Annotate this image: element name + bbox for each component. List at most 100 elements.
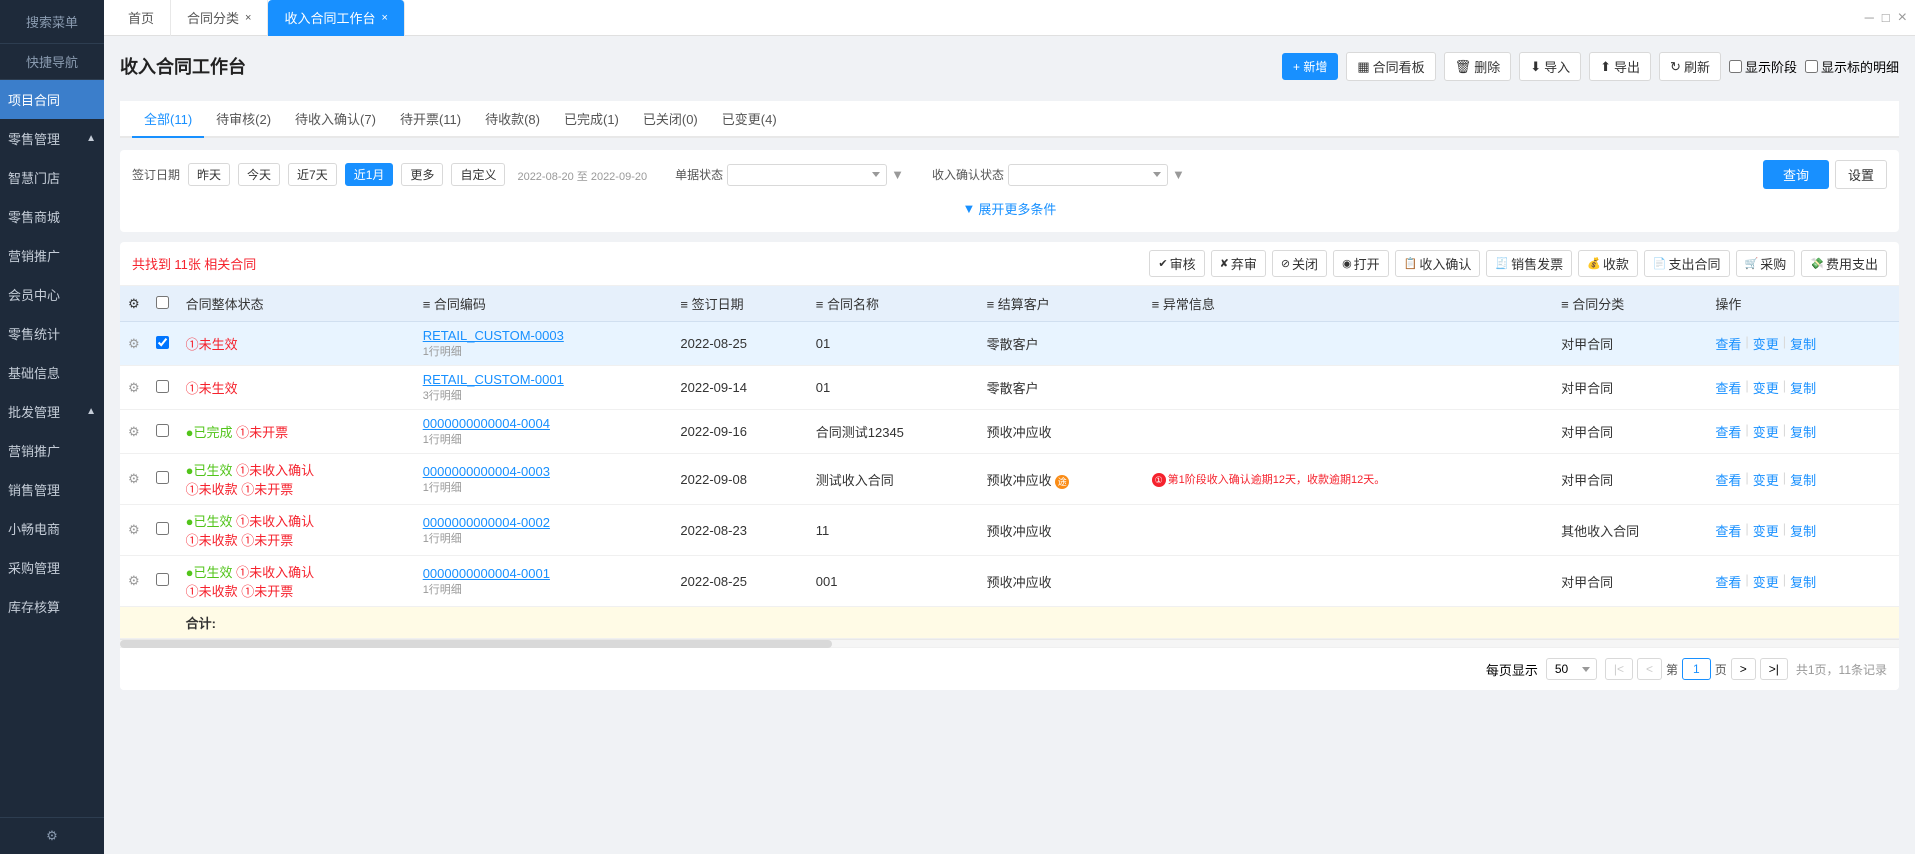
setting-button[interactable]: 设置 xyxy=(1835,160,1887,189)
op-变更-btn[interactable]: 变更 xyxy=(1753,470,1779,489)
select-all-checkbox[interactable] xyxy=(156,296,169,309)
sidebar-item-零售管理[interactable]: 零售管理▲ xyxy=(0,119,104,158)
filter-yesterday[interactable]: 昨天 xyxy=(188,163,230,186)
sidebar-item-智慧门店[interactable]: 智慧门店 xyxy=(0,158,104,197)
filter-more[interactable]: 更多 xyxy=(401,163,443,186)
tab-合同分类[interactable]: 合同分类× xyxy=(171,0,268,36)
expand-filter-btn[interactable]: ▼ 展开更多条件 xyxy=(963,199,1057,218)
action-费用支出[interactable]: 💸费用支出 xyxy=(1801,250,1887,277)
op-复制-btn[interactable]: 复制 xyxy=(1790,521,1816,540)
delete-button[interactable]: 🗑 删除 xyxy=(1444,52,1512,81)
op-变更-btn[interactable]: 变更 xyxy=(1753,334,1779,353)
sidebar-item-营销推广[interactable]: 营销推广 xyxy=(0,431,104,470)
next-page-btn[interactable]: > xyxy=(1731,658,1756,680)
tab-首页[interactable]: 首页 xyxy=(112,0,171,36)
sub-tab-待审核(2)[interactable]: 待审核(2) xyxy=(204,101,283,138)
sidebar-item-基础信息[interactable]: 基础信息 xyxy=(0,353,104,392)
sub-tab-待收款(8)[interactable]: 待收款(8) xyxy=(473,101,552,138)
contract-code-link[interactable]: RETAIL_CUSTOM-0001 xyxy=(423,372,564,387)
horizontal-scrollbar[interactable] xyxy=(120,639,1899,647)
doc-status-select[interactable] xyxy=(727,164,887,186)
contract-code-link[interactable]: 0000000000004-0002 xyxy=(423,515,550,530)
show-detail-checkbox[interactable]: 显示标的明细 xyxy=(1805,57,1899,76)
op-复制-btn[interactable]: 复制 xyxy=(1790,572,1816,591)
sidebar-item-销售管理[interactable]: 销售管理 xyxy=(0,470,104,509)
op-复制-btn[interactable]: 复制 xyxy=(1790,334,1816,353)
action-支出合同[interactable]: 📄支出合同 xyxy=(1644,250,1730,277)
op-复制-btn[interactable]: 复制 xyxy=(1790,470,1816,489)
row-checkbox[interactable] xyxy=(156,336,169,349)
filter-custom[interactable]: 自定义 xyxy=(451,163,505,186)
gear-icon[interactable]: ⚙ xyxy=(128,296,140,311)
op-复制-btn[interactable]: 复制 xyxy=(1790,378,1816,397)
op-变更-btn[interactable]: 变更 xyxy=(1753,572,1779,591)
op-查看-btn[interactable]: 查看 xyxy=(1715,572,1741,591)
sidebar-settings[interactable]: ⚙ xyxy=(0,817,104,854)
sub-tab-待开票(11)[interactable]: 待开票(11) xyxy=(388,101,473,138)
kanban-button[interactable]: ▦ 合同看板 xyxy=(1346,52,1435,81)
row-checkbox[interactable] xyxy=(156,380,169,393)
sidebar-item-库存核算[interactable]: 库存核算 xyxy=(0,587,104,626)
sidebar-item-零售商城[interactable]: 零售商城 xyxy=(0,197,104,236)
op-查看-btn[interactable]: 查看 xyxy=(1715,422,1741,441)
action-打开[interactable]: ◉打开 xyxy=(1333,250,1389,277)
action-销售发票[interactable]: 🧾销售发票 xyxy=(1486,250,1572,277)
row-gear[interactable]: ⚙ xyxy=(120,505,148,556)
action-收款[interactable]: 💰收款 xyxy=(1578,250,1638,277)
scroll-thumb[interactable] xyxy=(120,640,832,648)
sidebar-search[interactable]: 搜索菜单 xyxy=(0,0,104,44)
row-gear[interactable]: ⚙ xyxy=(120,322,148,366)
show-stage-checkbox[interactable]: 显示阶段 xyxy=(1729,57,1797,76)
query-button[interactable]: 查询 xyxy=(1763,160,1829,189)
income-confirm-select[interactable] xyxy=(1008,164,1168,186)
filter-today[interactable]: 今天 xyxy=(238,163,280,186)
action-弃审[interactable]: ✘弃审 xyxy=(1211,250,1266,277)
action-采购[interactable]: 🛒采购 xyxy=(1736,250,1796,277)
sidebar-item-零售统计[interactable]: 零售统计 xyxy=(0,314,104,353)
contract-code-link[interactable]: 0000000000004-0004 xyxy=(423,416,550,431)
sub-tab-全部(11)[interactable]: 全部(11) xyxy=(132,101,204,138)
export-button[interactable]: ⬆ 导出 xyxy=(1589,52,1651,81)
op-查看-btn[interactable]: 查看 xyxy=(1715,521,1741,540)
contract-code-link[interactable]: 0000000000004-0001 xyxy=(423,566,550,581)
sidebar-item-营销推广[interactable]: 营销推广 xyxy=(0,236,104,275)
op-变更-btn[interactable]: 变更 xyxy=(1753,378,1779,397)
row-checkbox[interactable] xyxy=(156,471,169,484)
action-审核[interactable]: ✔审核 xyxy=(1149,250,1204,277)
sub-tab-已变更(4)[interactable]: 已变更(4) xyxy=(710,101,789,138)
contract-code-link[interactable]: RETAIL_CUSTOM-0003 xyxy=(423,328,564,343)
import-button[interactable]: ⬇ 导入 xyxy=(1519,52,1581,81)
sub-tab-已完成(1)[interactable]: 已完成(1) xyxy=(552,101,631,138)
close-btn[interactable]: × xyxy=(1898,9,1907,27)
op-查看-btn[interactable]: 查看 xyxy=(1715,378,1741,397)
op-查看-btn[interactable]: 查看 xyxy=(1715,470,1741,489)
row-checkbox[interactable] xyxy=(156,522,169,535)
tab-close-icon[interactable]: × xyxy=(381,12,387,24)
page-size-select[interactable]: 50 100 xyxy=(1546,658,1597,680)
op-复制-btn[interactable]: 复制 xyxy=(1790,422,1816,441)
op-变更-btn[interactable]: 变更 xyxy=(1753,422,1779,441)
sidebar-item-项目合同[interactable]: 项目合同 xyxy=(0,80,104,119)
refresh-button[interactable]: ↻ 刷新 xyxy=(1659,52,1721,81)
row-gear[interactable]: ⚙ xyxy=(120,556,148,607)
tab-close-icon[interactable]: × xyxy=(245,12,251,24)
filter-7days[interactable]: 近7天 xyxy=(288,163,337,186)
action-收入确认[interactable]: 📋收入确认 xyxy=(1395,250,1481,277)
row-gear[interactable]: ⚙ xyxy=(120,410,148,454)
minimize-btn[interactable]: ─ xyxy=(1865,10,1874,25)
maximize-btn[interactable]: □ xyxy=(1882,10,1890,25)
action-关闭[interactable]: ⊘关闭 xyxy=(1272,250,1327,277)
tab-收入合同工作台[interactable]: 收入合同工作台× xyxy=(268,0,404,36)
sidebar-item-批发管理[interactable]: 批发管理▲ xyxy=(0,392,104,431)
row-gear[interactable]: ⚙ xyxy=(120,366,148,410)
prev-page-btn[interactable]: < xyxy=(1637,658,1662,680)
row-checkbox[interactable] xyxy=(156,573,169,586)
contract-code-link[interactable]: 0000000000004-0003 xyxy=(423,464,550,479)
row-gear[interactable]: ⚙ xyxy=(120,454,148,505)
op-变更-btn[interactable]: 变更 xyxy=(1753,521,1779,540)
filter-1month[interactable]: 近1月 xyxy=(345,163,394,186)
sidebar-quick-nav[interactable]: 快捷导航 xyxy=(0,44,104,80)
last-page-btn[interactable]: >| xyxy=(1760,658,1788,680)
sidebar-item-会员中心[interactable]: 会员中心 xyxy=(0,275,104,314)
sidebar-item-小畅电商[interactable]: 小畅电商 xyxy=(0,509,104,548)
